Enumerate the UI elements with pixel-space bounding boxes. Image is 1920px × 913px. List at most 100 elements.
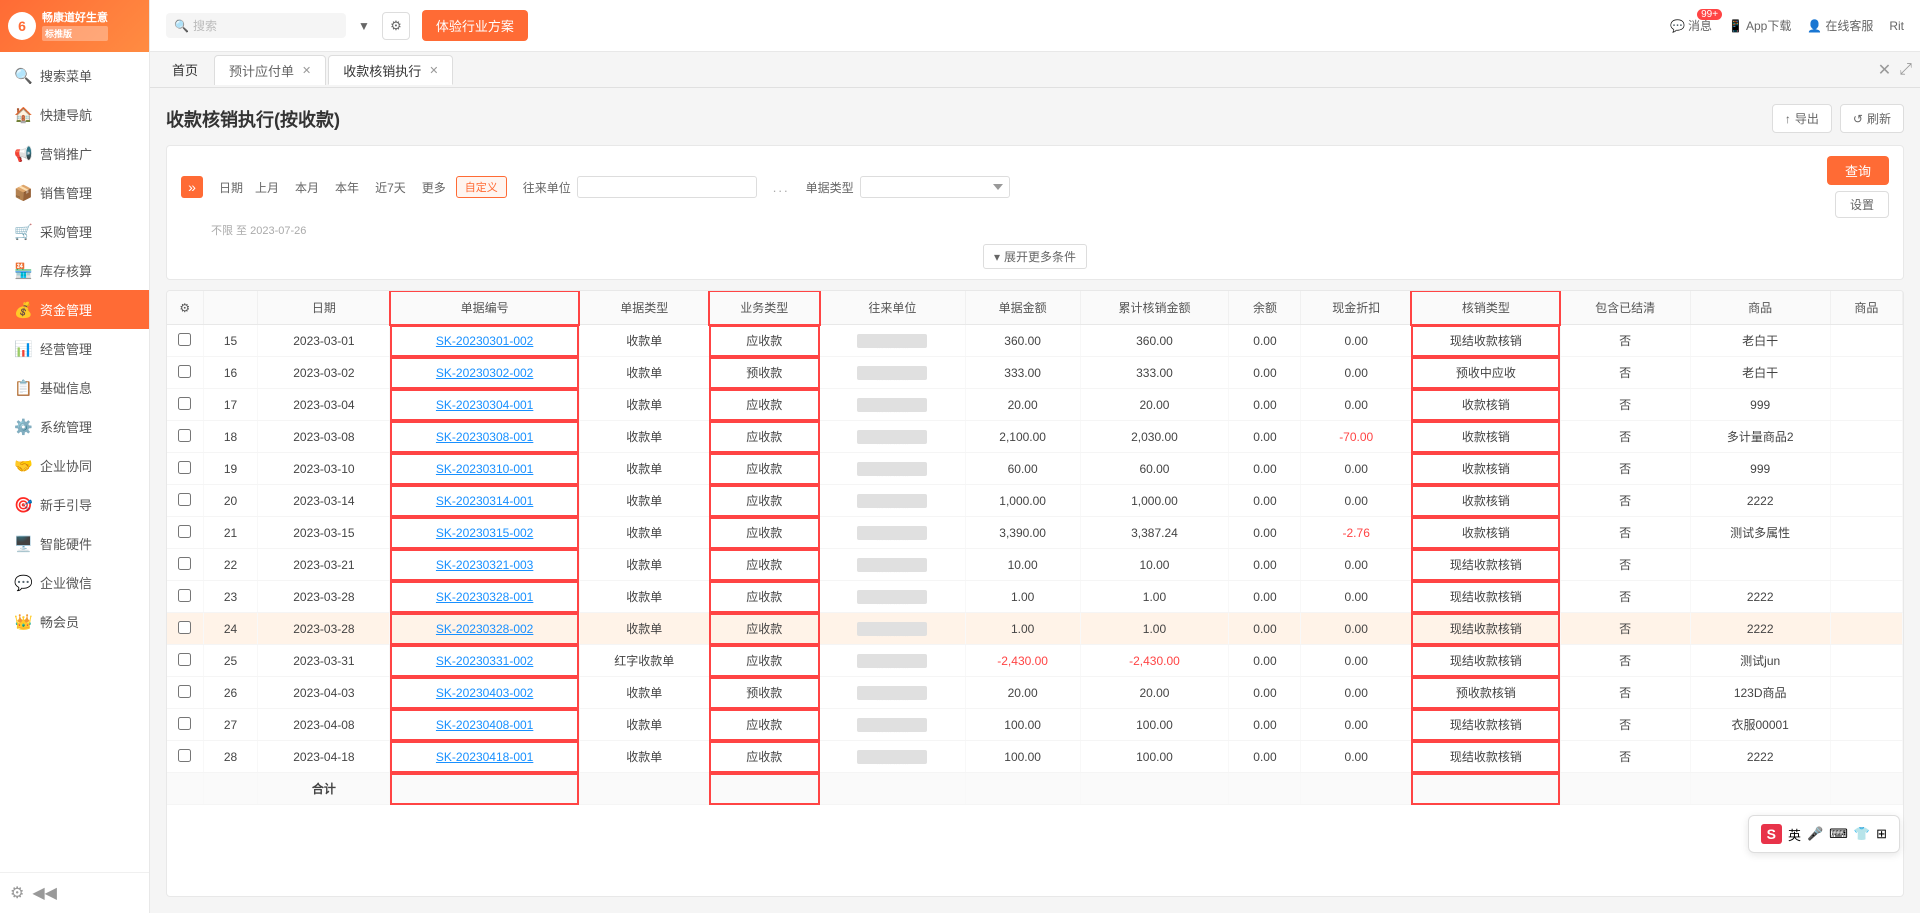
cell-checkbox-7[interactable] (167, 549, 203, 581)
col-header-verify-type[interactable]: 核销类型 (1411, 291, 1560, 325)
cell-bill-no-2[interactable]: SK-20230304-001 (390, 389, 580, 421)
this-year-btn[interactable]: 本年 (329, 177, 365, 198)
col-header-cash-discount[interactable]: 现金折扣 (1301, 291, 1411, 325)
last-7days-btn[interactable]: 近7天 (369, 177, 412, 198)
sidebar-item-hardware[interactable]: 🖥️智能硬件 (0, 524, 149, 563)
tab-prepay[interactable]: 预计应付单✕ (214, 55, 326, 85)
close-tab-collection[interactable]: ✕ (429, 64, 438, 77)
user-profile[interactable]: Rit (1889, 19, 1904, 33)
row-checkbox-6[interactable] (178, 525, 191, 538)
bill-no-link-12[interactable]: SK-20230408-001 (436, 718, 533, 732)
topbar-settings-btn[interactable]: ⚙ (382, 12, 410, 40)
keyboard-icon[interactable]: ⌨ (1829, 826, 1848, 842)
cell-checkbox-12[interactable] (167, 709, 203, 741)
cell-bill-no-12[interactable]: SK-20230408-001 (390, 709, 580, 741)
col-header-partner[interactable]: 往来单位 (820, 291, 966, 325)
bill-type-select[interactable] (860, 176, 1010, 198)
cell-bill-no-5[interactable]: SK-20230314-001 (390, 485, 580, 517)
sidebar-item-system[interactable]: ⚙️系统管理 (0, 407, 149, 446)
cell-checkbox-6[interactable] (167, 517, 203, 549)
cell-checkbox-9[interactable] (167, 613, 203, 645)
sidebar-item-capital[interactable]: 💰资金管理 (0, 290, 149, 329)
export-btn[interactable]: ↑ 导出 (1772, 104, 1832, 133)
this-month-btn[interactable]: 本月 (289, 177, 325, 198)
bill-no-link-0[interactable]: SK-20230301-002 (436, 334, 533, 348)
topbar-dropdown[interactable]: ▼ (358, 19, 370, 33)
cell-bill-no-0[interactable]: SK-20230301-002 (390, 325, 580, 357)
bill-no-link-7[interactable]: SK-20230321-003 (436, 558, 533, 572)
cell-bill-no-3[interactable]: SK-20230308-001 (390, 421, 580, 453)
cell-checkbox-10[interactable] (167, 645, 203, 677)
col-header-include-settled[interactable]: 包含已结清 (1560, 291, 1690, 325)
messages-link[interactable]: 💬 消息 99+ (1670, 17, 1712, 34)
row-checkbox-10[interactable] (178, 653, 191, 666)
row-checkbox-11[interactable] (178, 685, 191, 698)
col-header-product[interactable]: 商品 (1690, 291, 1830, 325)
topbar-search[interactable]: 🔍 搜索 (166, 13, 346, 38)
mic-icon[interactable]: 🎤 (1807, 826, 1823, 842)
cell-checkbox-3[interactable] (167, 421, 203, 453)
cell-checkbox-4[interactable] (167, 453, 203, 485)
close-tab-btn[interactable]: ✕ (1878, 60, 1891, 80)
col-header-date[interactable]: 日期 (258, 291, 390, 325)
partner-input[interactable] (577, 176, 757, 198)
custom-date-btn[interactable]: 自定义 (456, 176, 507, 198)
row-checkbox-4[interactable] (178, 461, 191, 474)
cell-bill-no-1[interactable]: SK-20230302-002 (390, 357, 580, 389)
cell-checkbox-1[interactable] (167, 357, 203, 389)
sidebar-item-quick-nav[interactable]: 🏠快捷导航 (0, 95, 149, 134)
bill-no-link-6[interactable]: SK-20230315-002 (436, 526, 533, 540)
cell-bill-no-10[interactable]: SK-20230331-002 (390, 645, 580, 677)
bill-no-link-5[interactable]: SK-20230314-001 (436, 494, 533, 508)
filter-expand-left-btn[interactable]: » (181, 176, 203, 198)
cell-checkbox-11[interactable] (167, 677, 203, 709)
sidebar-item-basic[interactable]: 📋基础信息 (0, 368, 149, 407)
cell-bill-no-6[interactable]: SK-20230315-002 (390, 517, 580, 549)
shirt-icon[interactable]: 👕 (1854, 826, 1870, 842)
bill-no-link-13[interactable]: SK-20230418-001 (436, 750, 533, 764)
cell-bill-no-11[interactable]: SK-20230403-002 (390, 677, 580, 709)
col-header-bill-no[interactable]: 单据编号 (390, 291, 580, 325)
refresh-btn[interactable]: ↺ 刷新 (1840, 104, 1904, 133)
sidebar-item-enterprise[interactable]: 🤝企业协同 (0, 446, 149, 485)
cell-checkbox-0[interactable] (167, 325, 203, 357)
col-header-amount[interactable]: 单据金额 (965, 291, 1080, 325)
customer-service-link[interactable]: 👤 在线客服 (1807, 17, 1873, 34)
bill-no-link-2[interactable]: SK-20230304-001 (436, 398, 533, 412)
row-checkbox-8[interactable] (178, 589, 191, 602)
sidebar-item-vip[interactable]: 👑畅会员 (0, 602, 149, 641)
bill-no-link-4[interactable]: SK-20230310-001 (436, 462, 533, 476)
bill-no-link-11[interactable]: SK-20230403-002 (436, 686, 533, 700)
grid-icon[interactable]: ⊞ (1876, 826, 1887, 842)
cell-bill-no-9[interactable]: SK-20230328-002 (390, 613, 580, 645)
sidebar-item-stock[interactable]: 🏪库存核算 (0, 251, 149, 290)
row-checkbox-9[interactable] (178, 621, 191, 634)
last-month-btn[interactable]: 上月 (249, 177, 285, 198)
cell-bill-no-4[interactable]: SK-20230310-001 (390, 453, 580, 485)
bill-no-link-1[interactable]: SK-20230302-002 (436, 366, 533, 380)
col-header-biz-type[interactable]: 业务类型 (709, 291, 819, 325)
cell-bill-no-7[interactable]: SK-20230321-003 (390, 549, 580, 581)
sidebar-item-marketing[interactable]: 📢营销推广 (0, 134, 149, 173)
collapse-icon[interactable]: ◀◀ (32, 883, 57, 903)
bill-no-link-9[interactable]: SK-20230328-002 (436, 622, 533, 636)
query-btn[interactable]: 查询 (1827, 156, 1889, 185)
tab-home[interactable]: 首页 (158, 55, 212, 85)
close-tab-prepay[interactable]: ✕ (302, 64, 311, 77)
row-checkbox-0[interactable] (178, 333, 191, 346)
sidebar-item-sales[interactable]: 📦销售管理 (0, 173, 149, 212)
row-checkbox-5[interactable] (178, 493, 191, 506)
more-date-btn[interactable]: 更多 (416, 177, 452, 198)
row-checkbox-3[interactable] (178, 429, 191, 442)
col-header-settings[interactable]: ⚙ (167, 291, 203, 325)
row-checkbox-2[interactable] (178, 397, 191, 410)
col-header-balance[interactable]: 余额 (1229, 291, 1301, 325)
row-checkbox-13[interactable] (178, 749, 191, 762)
sidebar-item-guide[interactable]: 🎯新手引导 (0, 485, 149, 524)
cell-checkbox-8[interactable] (167, 581, 203, 613)
expand-more-conditions-btn[interactable]: ▾ 展开更多条件 (983, 244, 1087, 269)
tab-collection[interactable]: 收款核销执行✕ (328, 55, 453, 85)
expand-tab-btn[interactable]: ⤢ (1899, 61, 1912, 79)
bill-no-link-8[interactable]: SK-20230328-001 (436, 590, 533, 604)
cell-checkbox-5[interactable] (167, 485, 203, 517)
